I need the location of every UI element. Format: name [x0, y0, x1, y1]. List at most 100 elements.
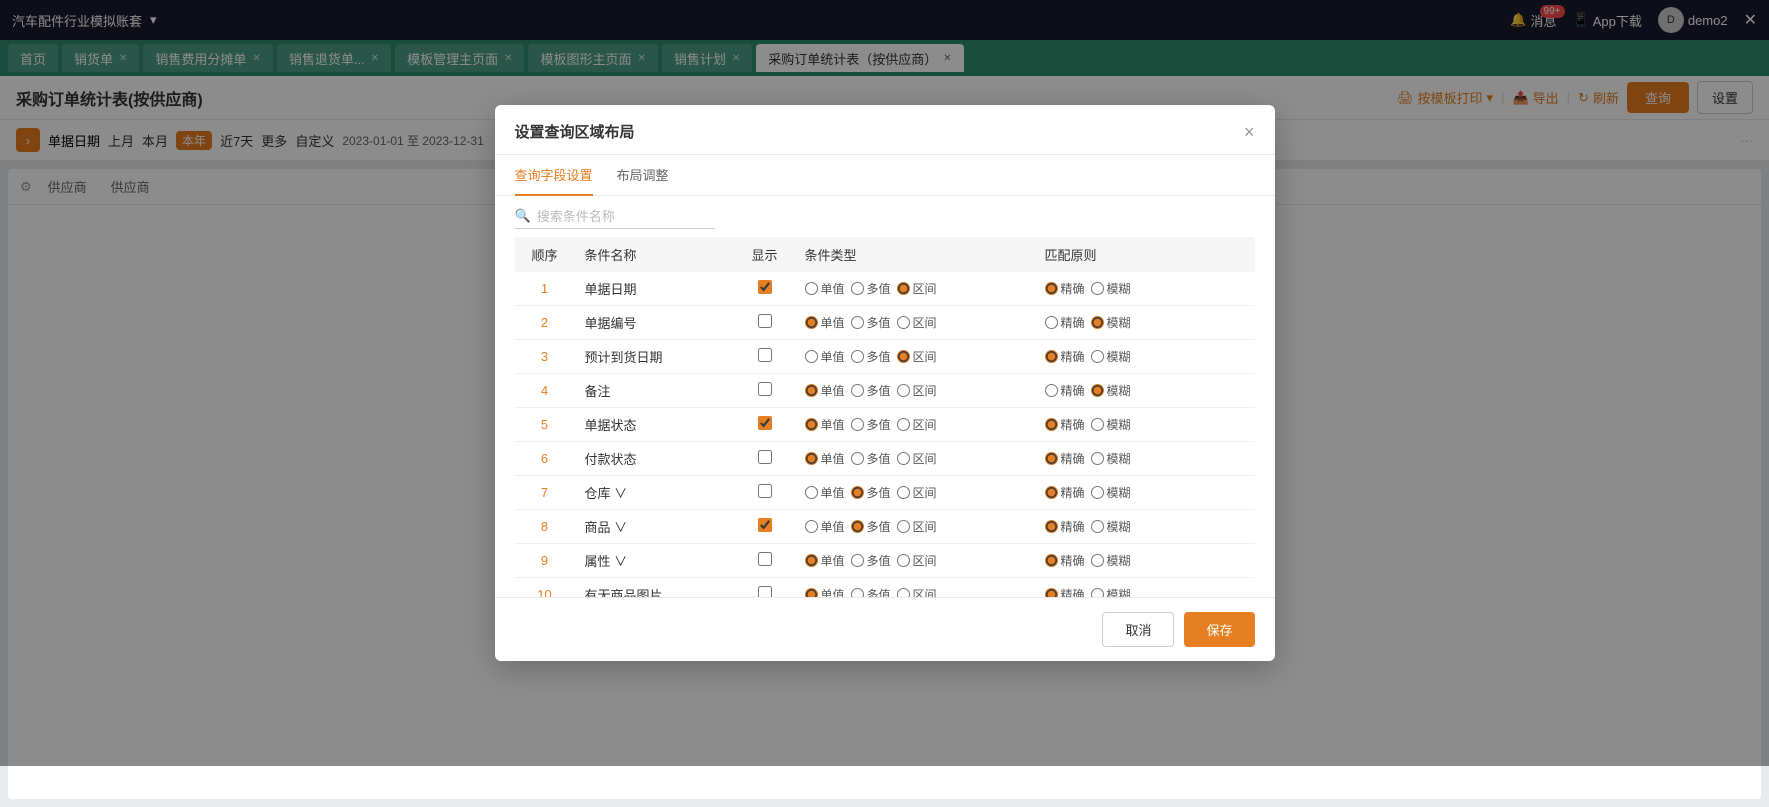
display-checkbox-0[interactable] [758, 280, 772, 294]
type-radio-单值-4[interactable]: 单值 [805, 416, 845, 433]
row-display-5[interactable] [735, 442, 795, 476]
row-display-1[interactable] [735, 306, 795, 340]
row-order-6: 7 [515, 476, 575, 510]
type-radio-单值-3[interactable]: 单值 [805, 382, 845, 399]
tab-query-fields[interactable]: 查询字段设置 [515, 155, 593, 196]
display-checkbox-5[interactable] [758, 450, 772, 464]
row-display-3[interactable] [735, 374, 795, 408]
match-radio-精确-9[interactable]: 精确 [1045, 586, 1085, 597]
type-radio-区间-3[interactable]: 区间 [897, 382, 937, 399]
row-display-6[interactable] [735, 476, 795, 510]
save-button[interactable]: 保存 [1184, 612, 1254, 647]
match-radio-精确-5[interactable]: 精确 [1045, 450, 1085, 467]
match-radio-精确-8[interactable]: 精确 [1045, 552, 1085, 569]
tab-layout-adjust[interactable]: 布局调整 [617, 155, 669, 196]
match-radio-模糊-1[interactable]: 模糊 [1091, 314, 1131, 331]
match-radio-精确-4[interactable]: 精确 [1045, 416, 1085, 433]
row-name-0: 单据日期 [575, 272, 735, 306]
match-radio-精确-3[interactable]: 精确 [1045, 382, 1085, 399]
row-match-0: 精确模糊 [1035, 272, 1255, 306]
type-radio-单值-0[interactable]: 单值 [805, 280, 845, 297]
type-radio-区间-4[interactable]: 区间 [897, 416, 937, 433]
type-radio-多值-4[interactable]: 多值 [851, 416, 891, 433]
type-radio-多值-8[interactable]: 多值 [851, 552, 891, 569]
type-radio-单值-8[interactable]: 单值 [805, 552, 845, 569]
row-type-2: 单值多值区间 [795, 340, 1035, 374]
match-radio-精确-0[interactable]: 精确 [1045, 280, 1085, 297]
type-radio-多值-9[interactable]: 多值 [851, 586, 891, 597]
row-match-3: 精确模糊 [1035, 374, 1255, 408]
match-radio-模糊-9[interactable]: 模糊 [1091, 586, 1131, 597]
row-display-4[interactable] [735, 408, 795, 442]
type-radio-单值-2[interactable]: 单值 [805, 348, 845, 365]
display-checkbox-8[interactable] [758, 552, 772, 566]
type-radio-区间-8[interactable]: 区间 [897, 552, 937, 569]
match-radio-模糊-0[interactable]: 模糊 [1091, 280, 1131, 297]
modal-title: 设置查询区域布局 [515, 121, 635, 142]
type-radio-多值-5[interactable]: 多值 [851, 450, 891, 467]
th-order: 顺序 [515, 237, 575, 272]
modal-close-button[interactable]: × [1244, 123, 1255, 141]
modal-overlay: 设置查询区域布局 × 查询字段设置 布局调整 🔍 顺序 [0, 0, 1769, 766]
row-display-7[interactable] [735, 510, 795, 544]
match-radio-精确-6[interactable]: 精确 [1045, 484, 1085, 501]
type-radio-多值-7[interactable]: 多值 [851, 518, 891, 535]
match-radio-精确-7[interactable]: 精确 [1045, 518, 1085, 535]
row-order-1: 2 [515, 306, 575, 340]
type-radio-区间-5[interactable]: 区间 [897, 450, 937, 467]
row-display-9[interactable] [735, 578, 795, 598]
match-radio-模糊-8[interactable]: 模糊 [1091, 552, 1131, 569]
row-name-6: 仓库 ∨ [575, 476, 735, 510]
type-radio-多值-1[interactable]: 多值 [851, 314, 891, 331]
row-name-8: 属性 ∨ [575, 544, 735, 578]
type-radio-区间-0[interactable]: 区间 [897, 280, 937, 297]
cancel-button[interactable]: 取消 [1102, 612, 1174, 647]
display-checkbox-2[interactable] [758, 348, 772, 362]
match-radio-模糊-4[interactable]: 模糊 [1091, 416, 1131, 433]
type-radio-区间-2[interactable]: 区间 [897, 348, 937, 365]
type-radio-多值-6[interactable]: 多值 [851, 484, 891, 501]
row-display-8[interactable] [735, 544, 795, 578]
match-radio-精确-1[interactable]: 精确 [1045, 314, 1085, 331]
row-display-2[interactable] [735, 340, 795, 374]
table-row: 10有无商品图片单值多值区间精确模糊 [515, 578, 1255, 598]
row-display-0[interactable] [735, 272, 795, 306]
row-order-2: 3 [515, 340, 575, 374]
display-checkbox-7[interactable] [758, 518, 772, 532]
match-radio-模糊-5[interactable]: 模糊 [1091, 450, 1131, 467]
th-name: 条件名称 [575, 237, 735, 272]
match-radio-模糊-3[interactable]: 模糊 [1091, 382, 1131, 399]
display-checkbox-9[interactable] [758, 586, 772, 597]
search-input[interactable] [537, 209, 715, 224]
display-checkbox-1[interactable] [758, 314, 772, 328]
row-type-7: 单值多值区间 [795, 510, 1035, 544]
type-radio-多值-2[interactable]: 多值 [851, 348, 891, 365]
tab-query-fields-label: 查询字段设置 [515, 168, 593, 183]
row-name-1: 单据编号 [575, 306, 735, 340]
type-radio-区间-6[interactable]: 区间 [897, 484, 937, 501]
match-radio-精确-2[interactable]: 精确 [1045, 348, 1085, 365]
type-radio-多值-0[interactable]: 多值 [851, 280, 891, 297]
row-match-6: 精确模糊 [1035, 476, 1255, 510]
type-radio-多值-3[interactable]: 多值 [851, 382, 891, 399]
type-radio-区间-1[interactable]: 区间 [897, 314, 937, 331]
row-order-3: 4 [515, 374, 575, 408]
match-radio-模糊-2[interactable]: 模糊 [1091, 348, 1131, 365]
type-radio-单值-5[interactable]: 单值 [805, 450, 845, 467]
row-name-3: 备注 [575, 374, 735, 408]
type-radio-区间-9[interactable]: 区间 [897, 586, 937, 597]
row-match-2: 精确模糊 [1035, 340, 1255, 374]
type-radio-单值-6[interactable]: 单值 [805, 484, 845, 501]
display-checkbox-3[interactable] [758, 382, 772, 396]
type-radio-区间-7[interactable]: 区间 [897, 518, 937, 535]
modal-footer: 取消 保存 [495, 597, 1275, 661]
display-checkbox-4[interactable] [758, 416, 772, 430]
type-radio-单值-7[interactable]: 单值 [805, 518, 845, 535]
match-radio-模糊-6[interactable]: 模糊 [1091, 484, 1131, 501]
type-radio-单值-9[interactable]: 单值 [805, 586, 845, 597]
type-radio-单值-1[interactable]: 单值 [805, 314, 845, 331]
row-order-5: 6 [515, 442, 575, 476]
display-checkbox-6[interactable] [758, 484, 772, 498]
row-type-6: 单值多值区间 [795, 476, 1035, 510]
match-radio-模糊-7[interactable]: 模糊 [1091, 518, 1131, 535]
